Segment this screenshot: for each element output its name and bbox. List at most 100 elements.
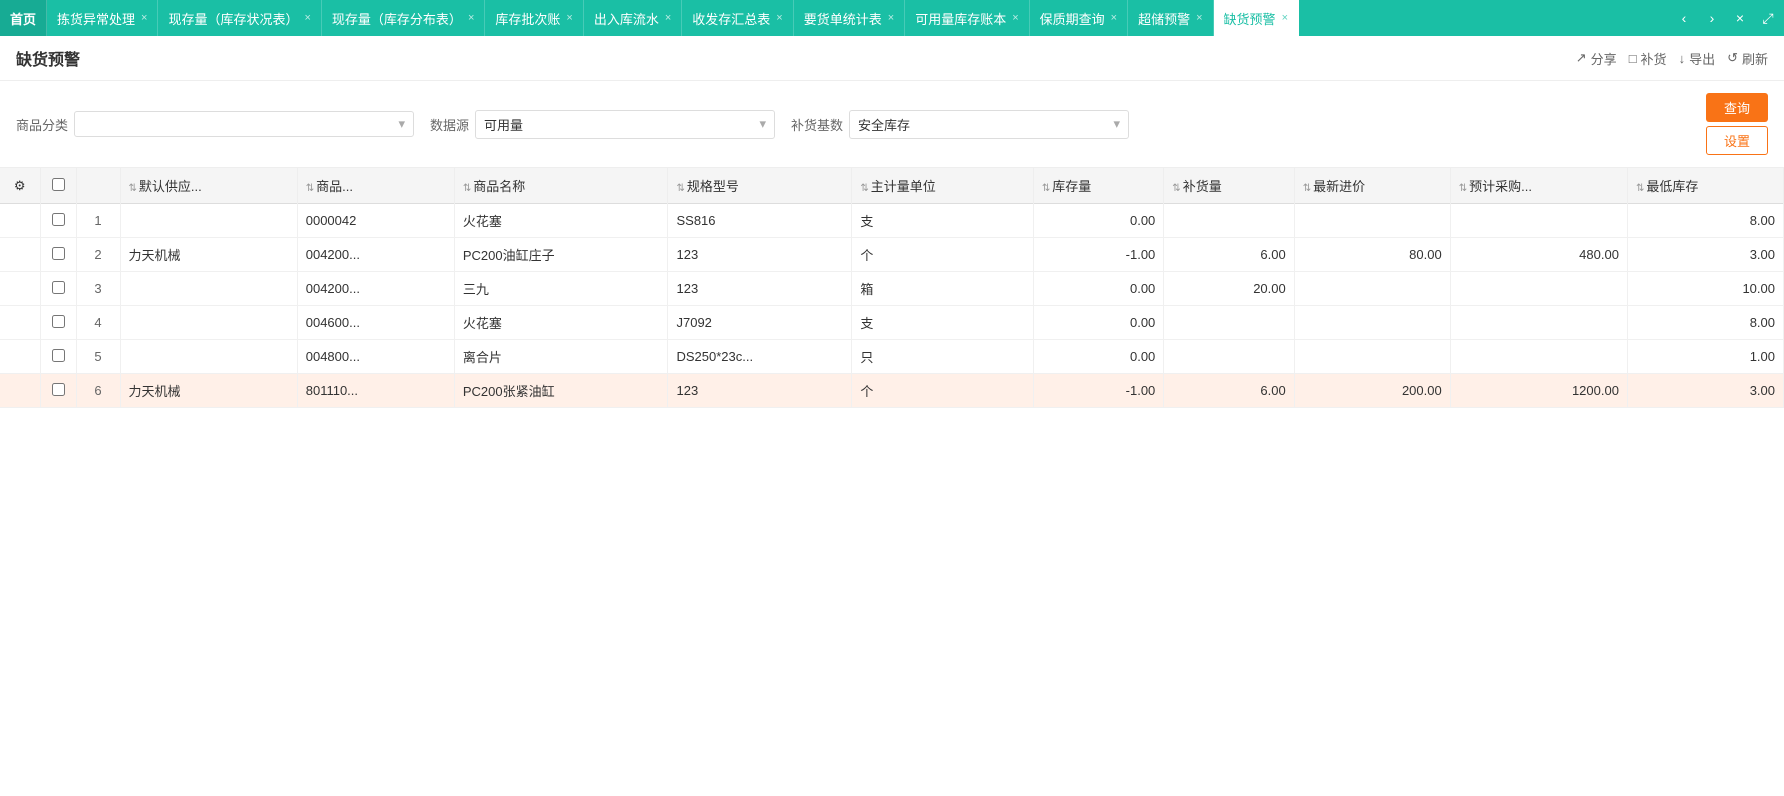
row-checkbox-5[interactable]: [52, 383, 65, 396]
nav-tab-11[interactable]: 缺货预警 ×: [1214, 0, 1299, 36]
category-select[interactable]: ▾: [74, 111, 414, 137]
row-latest-price-cell: [1294, 272, 1450, 306]
row-latest-price-cell: 80.00: [1294, 238, 1450, 272]
row-checkbox-cell[interactable]: [40, 272, 76, 306]
row-product-code-cell: 004200...: [297, 238, 454, 272]
nav-tab-label-2: 现存量（库存状况表）: [168, 9, 298, 28]
row-gear-cell: [0, 272, 40, 306]
row-stock-cell: -1.00: [1033, 238, 1163, 272]
nav-tab-label-8: 可用量库存账本: [915, 9, 1006, 28]
row-index-cell: 5: [76, 340, 120, 374]
row-replenish-qty-cell: [1164, 340, 1294, 374]
nav-fullscreen-button[interactable]: ⤢: [1754, 4, 1782, 32]
table-row: 1 0000042 火花塞 SS816 支 0.00 8.00: [0, 204, 1784, 238]
row-checkbox-2[interactable]: [52, 281, 65, 294]
nav-tab-close-6[interactable]: ×: [776, 12, 782, 24]
col-gear[interactable]: ⚙: [0, 168, 40, 204]
nav-tab-close-10[interactable]: ×: [1196, 12, 1202, 24]
nav-tab-close-9[interactable]: ×: [1111, 12, 1117, 24]
replenish-base-value: 安全库存: [858, 115, 910, 134]
row-checkbox-cell[interactable]: [40, 306, 76, 340]
row-checkbox-4[interactable]: [52, 349, 65, 362]
row-min-stock-cell: 8.00: [1627, 306, 1783, 340]
row-est-purchase-cell: [1450, 204, 1627, 238]
query-button[interactable]: 查询: [1706, 93, 1768, 122]
row-checkbox-cell[interactable]: [40, 374, 76, 408]
row-unit-cell: 个: [852, 374, 1034, 408]
nav-tab-1[interactable]: 拣货异常处理 ×: [47, 0, 158, 36]
nav-tab-close-5[interactable]: ×: [665, 12, 671, 24]
col-est-purchase-header[interactable]: ⇅预计采购...: [1450, 168, 1627, 204]
col-stock-header[interactable]: ⇅库存量: [1033, 168, 1163, 204]
col-product-code-header[interactable]: ⇅商品...: [297, 168, 454, 204]
nav-tab-close-11[interactable]: ×: [1282, 12, 1288, 24]
nav-tab-3[interactable]: 现存量（库存分布表）×: [322, 0, 485, 36]
col-unit-header[interactable]: ⇅主计量单位: [852, 168, 1034, 204]
row-unit-cell: 只: [852, 340, 1034, 374]
replenish-button[interactable]: □ 补货: [1629, 49, 1667, 68]
settings-button[interactable]: 设置: [1706, 126, 1768, 155]
row-checkbox-1[interactable]: [52, 247, 65, 260]
col-supplier-header[interactable]: ⇅默认供应...: [120, 168, 297, 204]
row-unit-cell: 支: [852, 306, 1034, 340]
row-min-stock-cell: 3.00: [1627, 238, 1783, 272]
row-min-stock-cell: 10.00: [1627, 272, 1783, 306]
table-row: 4 004600... 火花塞 J7092 支 0.00 8.00: [0, 306, 1784, 340]
nav-close-button[interactable]: ×: [1726, 4, 1754, 32]
nav-next-button[interactable]: ›: [1698, 4, 1726, 32]
replenish-base-select[interactable]: 安全库存 ▾: [849, 110, 1129, 139]
nav-tab-label-1: 拣货异常处理: [57, 9, 135, 28]
table-row: 5 004800... 离合片 DS250*23c... 只 0.00 1.00: [0, 340, 1784, 374]
row-checkbox-cell[interactable]: [40, 238, 76, 272]
nav-tab-8[interactable]: 可用量库存账本 ×: [905, 0, 1029, 36]
nav-tab-close-1[interactable]: ×: [141, 12, 147, 24]
row-supplier-cell: 力天机械: [120, 374, 297, 408]
nav-tab-6[interactable]: 收发存汇总表×: [682, 0, 793, 36]
row-checkbox-0[interactable]: [52, 213, 65, 226]
table-row: 6 力天机械 801110... PC200张紧油缸 123 个 -1.00 6…: [0, 374, 1784, 408]
nav-tab-10[interactable]: 超储预警 ×: [1128, 0, 1213, 36]
nav-prev-button[interactable]: ‹: [1670, 4, 1698, 32]
row-product-name-cell: 离合片: [454, 340, 668, 374]
row-checkbox-cell[interactable]: [40, 340, 76, 374]
select-all-checkbox[interactable]: [52, 178, 65, 191]
col-product-name-header[interactable]: ⇅商品名称: [454, 168, 668, 204]
nav-tab-0[interactable]: 首页: [0, 0, 47, 36]
nav-controls: ‹ › × ⤢: [1670, 4, 1784, 32]
row-product-name-cell: 火花塞: [454, 306, 668, 340]
nav-tab-7[interactable]: 要货单统计表×: [794, 0, 905, 36]
nav-tab-close-8[interactable]: ×: [1012, 12, 1018, 24]
row-checkbox-cell[interactable]: [40, 204, 76, 238]
row-product-code-cell: 004800...: [297, 340, 454, 374]
row-replenish-qty-cell: [1164, 204, 1294, 238]
nav-tab-2[interactable]: 现存量（库存状况表） ×: [158, 0, 321, 36]
col-min-stock-header[interactable]: ⇅最低库存: [1627, 168, 1783, 204]
category-label: 商品分类: [16, 115, 68, 134]
nav-tab-label-4: 库存批次账: [495, 9, 560, 28]
nav-tab-9[interactable]: 保质期查询×: [1030, 0, 1128, 36]
col-checkbox-header[interactable]: [40, 168, 76, 204]
col-latest-price-header[interactable]: ⇅最新进价: [1294, 168, 1450, 204]
nav-tab-close-2[interactable]: ×: [304, 12, 310, 24]
datasource-select[interactable]: 可用量 ▾: [475, 110, 775, 139]
export-button[interactable]: ↓ 导出: [1679, 49, 1716, 68]
row-checkbox-3[interactable]: [52, 315, 65, 328]
main-area: 缺货预警 ↗ 分享 □ 补货 ↓ 导出 ↺ 刷新 商品分类: [0, 36, 1784, 796]
nav-tab-close-7[interactable]: ×: [888, 12, 894, 24]
row-latest-price-cell: [1294, 204, 1450, 238]
row-est-purchase-cell: [1450, 340, 1627, 374]
row-stock-cell: 0.00: [1033, 340, 1163, 374]
share-button[interactable]: ↗ 分享: [1576, 49, 1617, 68]
table-header-row: ⚙ ⇅默认供应... ⇅商品... ⇅商品名称 ⇅规格型号 ⇅主计量单位 ⇅库存…: [0, 168, 1784, 204]
nav-tab-4[interactable]: 库存批次账 ×: [485, 0, 583, 36]
col-replenish-qty-header[interactable]: ⇅补货量: [1164, 168, 1294, 204]
col-spec-header[interactable]: ⇅规格型号: [668, 168, 852, 204]
nav-tab-close-3[interactable]: ×: [468, 12, 474, 24]
nav-tab-5[interactable]: 出入库流水×: [584, 0, 682, 36]
row-stock-cell: 0.00: [1033, 204, 1163, 238]
nav-tab-label-10: 超储预警: [1138, 9, 1190, 28]
refresh-button[interactable]: ↺ 刷新: [1727, 49, 1768, 68]
nav-tab-label-11: 缺货预警: [1224, 9, 1276, 28]
row-replenish-qty-cell: 6.00: [1164, 238, 1294, 272]
nav-tab-close-4[interactable]: ×: [566, 12, 572, 24]
